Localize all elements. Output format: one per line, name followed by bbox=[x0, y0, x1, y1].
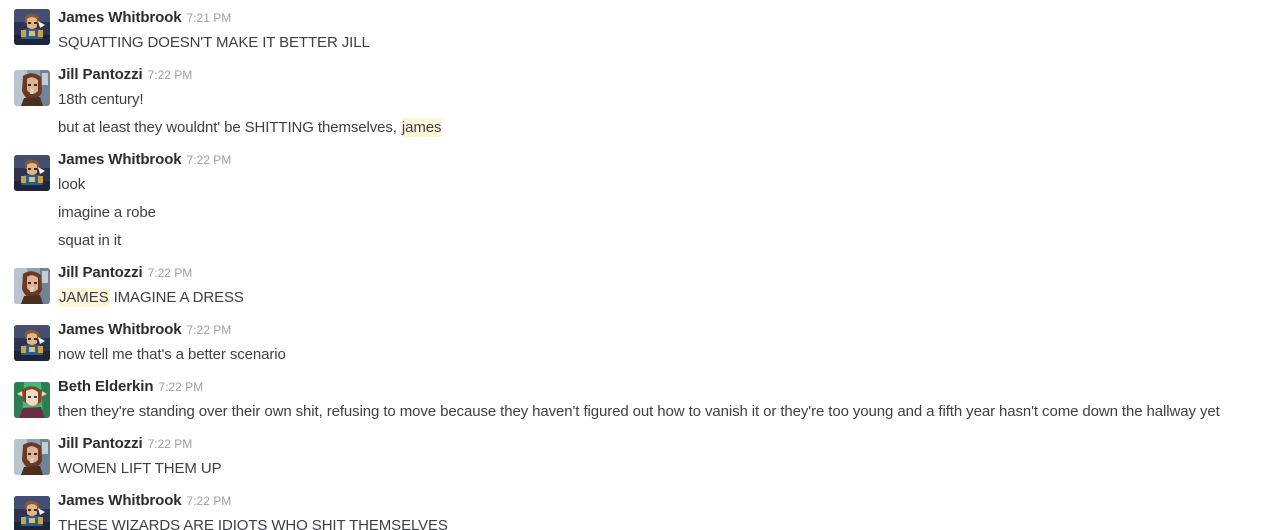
message-author[interactable]: Jill Pantozzi bbox=[58, 435, 143, 452]
message-group[interactable]: James Whitbrook 7:21 PM SQUATTING DOESN'T … bbox=[0, 0, 1280, 61]
message-header: James Whitbrook 7:22 PM bbox=[58, 320, 1260, 340]
message-text-segment: look bbox=[58, 176, 86, 193]
message-author[interactable]: James Whitbrook bbox=[58, 151, 182, 168]
message-timestamp[interactable]: 7:22 PM bbox=[148, 68, 193, 82]
message-text-segment: then they're standing over their own shi… bbox=[58, 403, 1220, 420]
message-author[interactable]: James Whitbrook bbox=[58, 9, 182, 26]
message-text-segment: THESE WIZARDS ARE IDIOTS WHO SHIT THEMSE… bbox=[58, 517, 448, 530]
message-header: Jill Pantozzi 7:22 PM bbox=[58, 434, 1260, 454]
message-text: then they're standing over their own shi… bbox=[58, 398, 1260, 426]
message-text: THESE WIZARDS ARE IDIOTS WHO SHIT THEMSE… bbox=[58, 512, 1260, 530]
james-whitbrook-avatar[interactable] bbox=[14, 496, 50, 530]
message-text-segment: SQUATTING DOESN'T MAKE IT BETTER JILL bbox=[58, 34, 370, 51]
message-list[interactable]: James Whitbrook 7:21 PM SQUATTING DOESN'T … bbox=[0, 0, 1280, 530]
message-header: Beth Elderkin 7:22 PM bbox=[58, 377, 1260, 397]
message-text-segment: 18th century! bbox=[58, 91, 144, 108]
message-author[interactable]: Jill Pantozzi bbox=[58, 264, 143, 281]
message-text: squat in it bbox=[58, 227, 1260, 255]
message-timestamp[interactable]: 7:22 PM bbox=[148, 437, 193, 451]
message-author[interactable]: James Whitbrook bbox=[58, 321, 182, 338]
message-text: now tell me that's a better scenario bbox=[58, 341, 1260, 369]
message-group[interactable]: James Whitbrook 7:22 PM THESE WIZARDS ARE … bbox=[0, 487, 1280, 530]
message-timestamp[interactable]: 7:21 PM bbox=[187, 11, 232, 25]
james-whitbrook-avatar[interactable] bbox=[14, 155, 50, 191]
james-whitbrook-avatar[interactable] bbox=[14, 9, 50, 45]
message-text: look bbox=[58, 171, 1260, 199]
message-text-segment: WOMEN LIFT THEM UP bbox=[58, 460, 222, 477]
message-author[interactable]: Jill Pantozzi bbox=[58, 66, 143, 83]
message-timestamp[interactable]: 7:22 PM bbox=[187, 494, 232, 508]
message-text: WOMEN LIFT THEM UP bbox=[58, 455, 1260, 483]
message-header: James Whitbrook 7:21 PM bbox=[58, 8, 1260, 28]
message-text-segment: now tell me that's a better scenario bbox=[58, 346, 286, 363]
message-header: Jill Pantozzi 7:22 PM bbox=[58, 65, 1260, 85]
message-text: JAMES IMAGINE A DRESS bbox=[58, 284, 1260, 312]
user-mention[interactable]: james bbox=[400, 118, 443, 137]
message-text: 18th century! bbox=[58, 86, 1260, 114]
message-text: SQUATTING DOESN'T MAKE IT BETTER JILL bbox=[58, 29, 1260, 57]
message-header: Jill Pantozzi 7:22 PM bbox=[58, 263, 1260, 283]
jill-pantozzi-avatar[interactable] bbox=[14, 268, 50, 304]
message-group[interactable]: James Whitbrook 7:22 PM look imagine a robe… bbox=[0, 146, 1280, 259]
message-header: James Whitbrook 7:22 PM bbox=[58, 150, 1260, 170]
message-text: but at least they wouldnt' be SHITTING t… bbox=[58, 114, 1260, 142]
message-header: James Whitbrook 7:22 PM bbox=[58, 491, 1260, 511]
message-group[interactable]: Jill Pantozzi 7:22 PM 18th century! but at … bbox=[0, 61, 1280, 146]
message-group[interactable]: Jill Pantozzi 7:22 PM JAMES IMAGINE A DRES… bbox=[0, 259, 1280, 316]
jill-pantozzi-avatar[interactable] bbox=[14, 70, 50, 106]
message-group[interactable]: James Whitbrook 7:22 PM now tell me that's… bbox=[0, 316, 1280, 373]
message-text: imagine a robe bbox=[58, 199, 1260, 227]
message-author[interactable]: Beth Elderkin bbox=[58, 378, 153, 395]
message-text-segment: squat in it bbox=[58, 232, 122, 249]
message-text-segment: but at least they wouldnt' be SHITTING t… bbox=[58, 119, 401, 136]
message-timestamp[interactable]: 7:22 PM bbox=[148, 266, 193, 280]
james-whitbrook-avatar[interactable] bbox=[14, 325, 50, 361]
message-timestamp[interactable]: 7:22 PM bbox=[187, 323, 232, 337]
user-mention[interactable]: JAMES bbox=[58, 288, 110, 307]
message-text-segment: IMAGINE A DRESS bbox=[109, 289, 244, 306]
message-group[interactable]: Jill Pantozzi 7:22 PM WOMEN LIFT THEM UP bbox=[0, 430, 1280, 487]
message-timestamp[interactable]: 7:22 PM bbox=[187, 153, 232, 167]
jill-pantozzi-avatar[interactable] bbox=[14, 439, 50, 475]
message-author[interactable]: James Whitbrook bbox=[58, 492, 182, 509]
message-group[interactable]: Beth Elderkin 7:22 PM then they're standin… bbox=[0, 373, 1280, 430]
message-timestamp[interactable]: 7:22 PM bbox=[158, 380, 203, 394]
message-text-segment: imagine a robe bbox=[58, 204, 156, 221]
beth-elderkin-avatar[interactable] bbox=[14, 382, 50, 418]
